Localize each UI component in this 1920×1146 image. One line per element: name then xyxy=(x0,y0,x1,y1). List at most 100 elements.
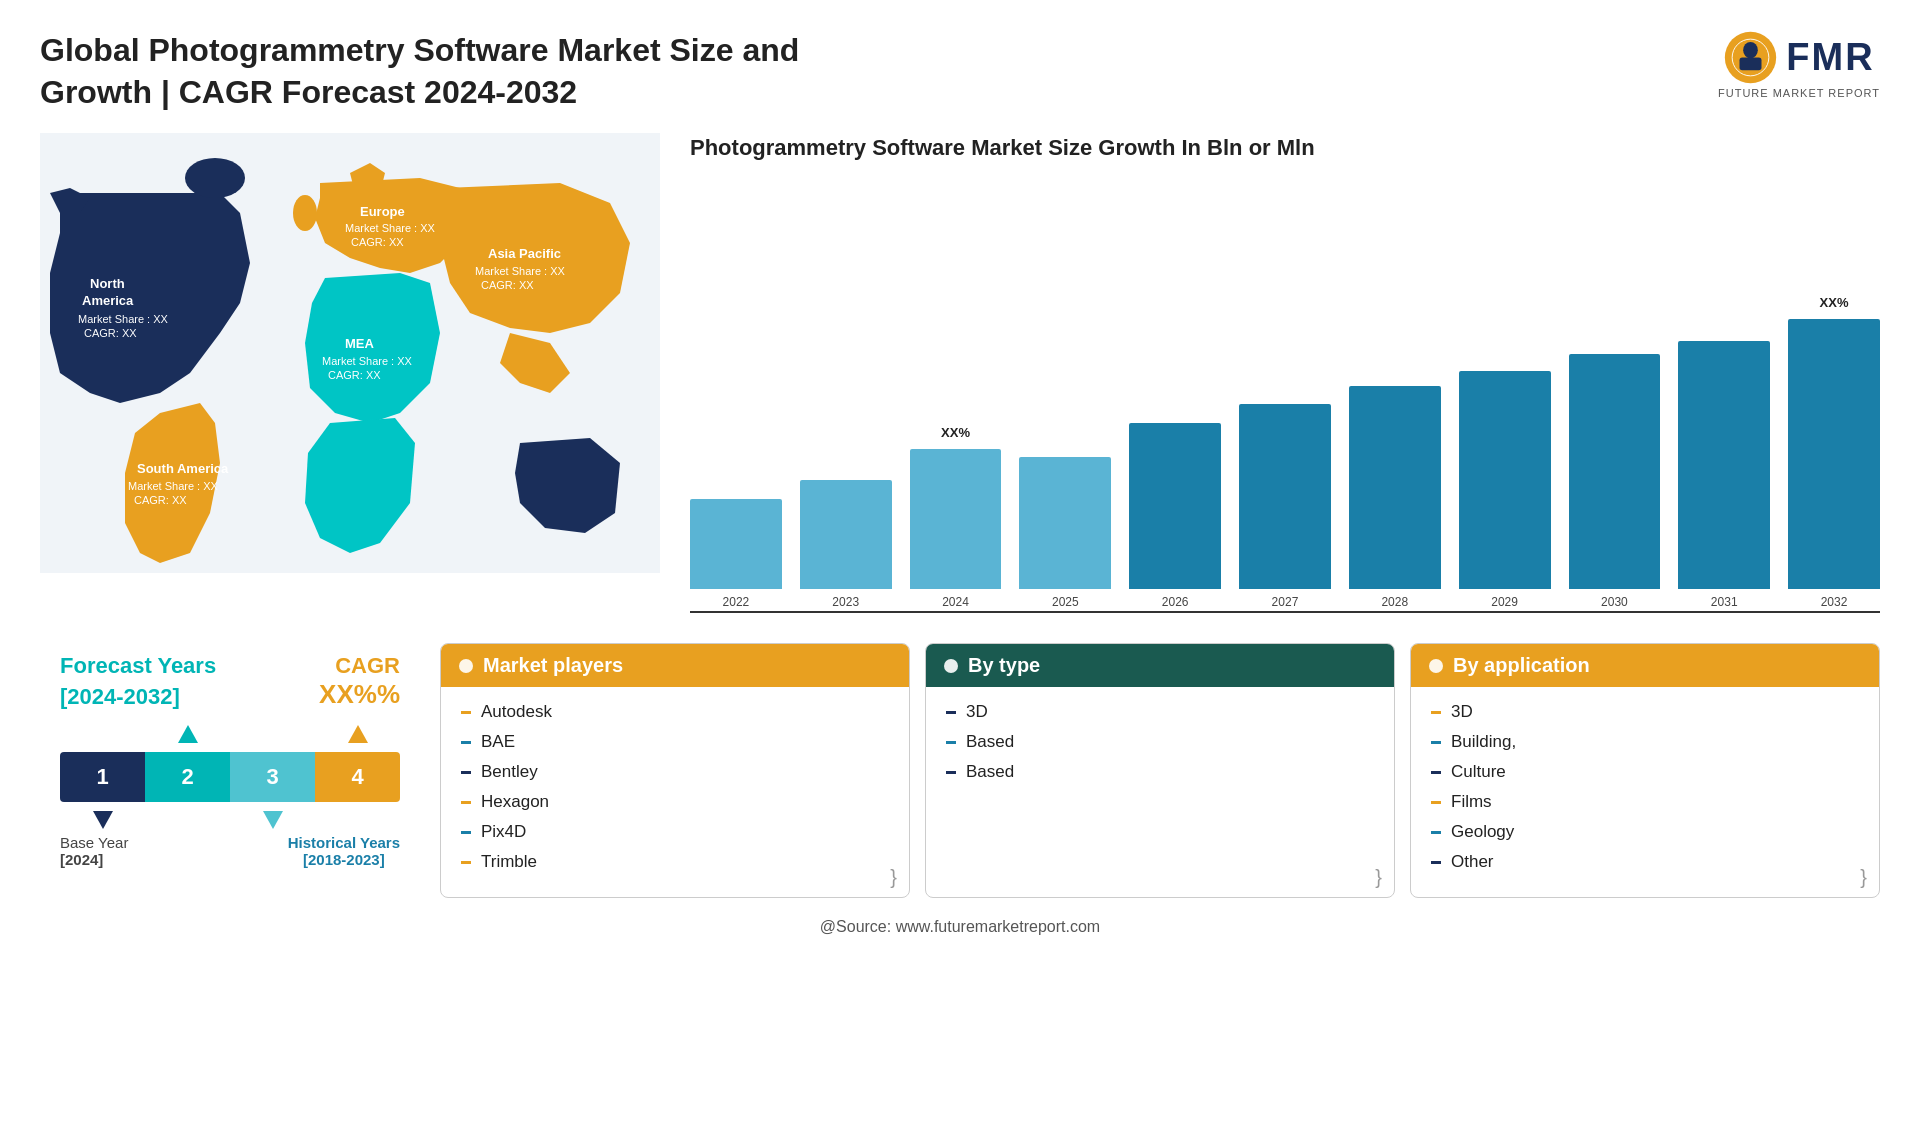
svg-text:CAGR: XX: CAGR: XX xyxy=(351,236,404,248)
bar-label-top: XX% xyxy=(941,425,970,445)
list-item: Other xyxy=(1431,852,1859,872)
svg-text:CAGR: XX: CAGR: XX xyxy=(134,494,187,506)
by-type-panel: By type 3D Based Based } xyxy=(925,643,1395,898)
svg-text:Asia Pacific: Asia Pacific xyxy=(488,246,561,261)
fmr-logo-icon xyxy=(1723,30,1778,85)
bar-group: 2027 xyxy=(1239,380,1331,609)
bar-label-bottom: 2025 xyxy=(1052,595,1079,609)
bullet-icon xyxy=(1431,861,1441,864)
bar-label-bottom: 2023 xyxy=(832,595,859,609)
historical-range: [2018-2023] xyxy=(288,851,400,868)
base-year-label: Base Year xyxy=(60,834,128,851)
years-bottom-row: Base Year [2024] Historical Years [2018-… xyxy=(60,834,400,868)
map-area: MEA Market Share : XX CAGR: XX North Ame… xyxy=(40,133,660,613)
bullet-icon xyxy=(461,741,471,744)
bar-label-bottom: 2024 xyxy=(942,595,969,609)
historical-section: Historical Years [2018-2023] xyxy=(288,834,400,868)
bar-group: 2022 xyxy=(690,475,782,609)
list-item: Based xyxy=(946,732,1374,752)
by-type-header: By type xyxy=(926,644,1394,687)
list-item: Autodesk xyxy=(461,702,889,722)
bullet-icon xyxy=(1431,831,1441,834)
svg-text:CAGR: XX: CAGR: XX xyxy=(84,327,137,339)
segments-row: 1 2 3 4 xyxy=(60,752,400,802)
svg-text:Market Share : XX: Market Share : XX xyxy=(128,480,219,492)
market-players-body: Autodesk BAE Bentley Hexagon xyxy=(441,687,909,897)
bar xyxy=(1239,404,1331,589)
bullet-icon xyxy=(946,711,956,714)
bar-label-bottom: 2022 xyxy=(723,595,750,609)
bar-label-bottom: 2026 xyxy=(1162,595,1189,609)
list-item: Bentley xyxy=(461,762,889,782)
svg-text:America: America xyxy=(82,293,134,308)
svg-text:MEA: MEA xyxy=(345,336,375,351)
cagr-col: CAGR XX%% xyxy=(319,653,400,710)
bullet-icon xyxy=(461,831,471,834)
bar-label-bottom: 2030 xyxy=(1601,595,1628,609)
years-panel: Forecast Years [2024-2032] CAGR XX%% xyxy=(40,643,420,898)
svg-text:Market Share : XX: Market Share : XX xyxy=(345,222,436,234)
list-item: Geology xyxy=(1431,822,1859,842)
by-application-body: 3D Building, Culture Films xyxy=(1411,687,1879,897)
cagr-triangle-up xyxy=(348,725,368,743)
forecast-label: Forecast Years xyxy=(60,653,216,679)
svg-text:North: North xyxy=(90,276,125,291)
bottom-section: Forecast Years [2024-2032] CAGR XX%% xyxy=(40,643,1880,898)
by-application-header: By application xyxy=(1411,644,1879,687)
segment-4: 4 xyxy=(315,752,400,802)
forecast-range: [2024-2032] xyxy=(60,684,216,710)
by-type-dot xyxy=(944,659,958,673)
list-item: Based xyxy=(946,762,1374,782)
bullet-icon xyxy=(461,711,471,714)
panel-bracket: } xyxy=(890,866,897,889)
bullet-icon xyxy=(461,801,471,804)
bar-group: 2031 xyxy=(1678,317,1770,609)
list-item: Films xyxy=(1431,792,1859,812)
market-players-dot xyxy=(459,659,473,673)
bullet-icon xyxy=(1431,711,1441,714)
svg-rect-3 xyxy=(1740,58,1762,71)
forecast-triangle-up xyxy=(178,725,198,743)
hist-years-triangle xyxy=(263,811,283,829)
market-players-header: Market players xyxy=(441,644,909,687)
bar xyxy=(800,480,892,589)
svg-text:Market Share : XX: Market Share : XX xyxy=(78,313,169,325)
bar-label-bottom: 2028 xyxy=(1381,595,1408,609)
svg-point-8 xyxy=(293,195,317,231)
list-item: Hexagon xyxy=(461,792,889,812)
list-item: BAE xyxy=(461,732,889,752)
bar-chart-container: 20222023XX%20242025202620272028202920302… xyxy=(690,184,1880,609)
bar-group: XX% 2024 xyxy=(910,425,1002,609)
bar xyxy=(1569,354,1661,589)
base-year-section: Base Year [2024] xyxy=(60,834,128,868)
segment-2: 2 xyxy=(145,752,230,802)
page-title: Global Photogrammetry Software Market Si… xyxy=(40,30,860,113)
base-year-triangle xyxy=(93,811,113,829)
list-item: 3D xyxy=(946,702,1374,722)
svg-text:Market Share : XX: Market Share : XX xyxy=(475,265,566,277)
bar xyxy=(690,499,782,589)
bar xyxy=(1129,423,1221,589)
bar xyxy=(1459,371,1551,589)
bullet-icon xyxy=(1431,741,1441,744)
world-map: MEA Market Share : XX CAGR: XX North Ame… xyxy=(40,133,660,573)
bar-group: 2028 xyxy=(1349,362,1441,610)
panel-bracket: } xyxy=(1375,866,1382,889)
by-type-body: 3D Based Based xyxy=(926,687,1394,807)
svg-text:CAGR: XX: CAGR: XX xyxy=(328,369,381,381)
svg-point-7 xyxy=(185,158,245,198)
bullet-icon xyxy=(946,771,956,774)
bar-group: 2026 xyxy=(1129,399,1221,609)
by-application-panel: By application 3D Building, Culture xyxy=(1410,643,1880,898)
bar-group: 2030 xyxy=(1569,330,1661,609)
by-application-dot xyxy=(1429,659,1443,673)
bullet-icon xyxy=(1431,771,1441,774)
list-item: 3D xyxy=(1431,702,1859,722)
cagr-value: XX%% xyxy=(319,679,400,710)
bar xyxy=(1678,341,1770,589)
source-line: @Source: www.futuremarketreport.com xyxy=(40,918,1880,936)
list-item: Trimble xyxy=(461,852,889,872)
top-section: MEA Market Share : XX CAGR: XX North Ame… xyxy=(40,133,1880,613)
market-players-title: Market players xyxy=(483,654,623,677)
by-type-title: By type xyxy=(968,654,1040,677)
